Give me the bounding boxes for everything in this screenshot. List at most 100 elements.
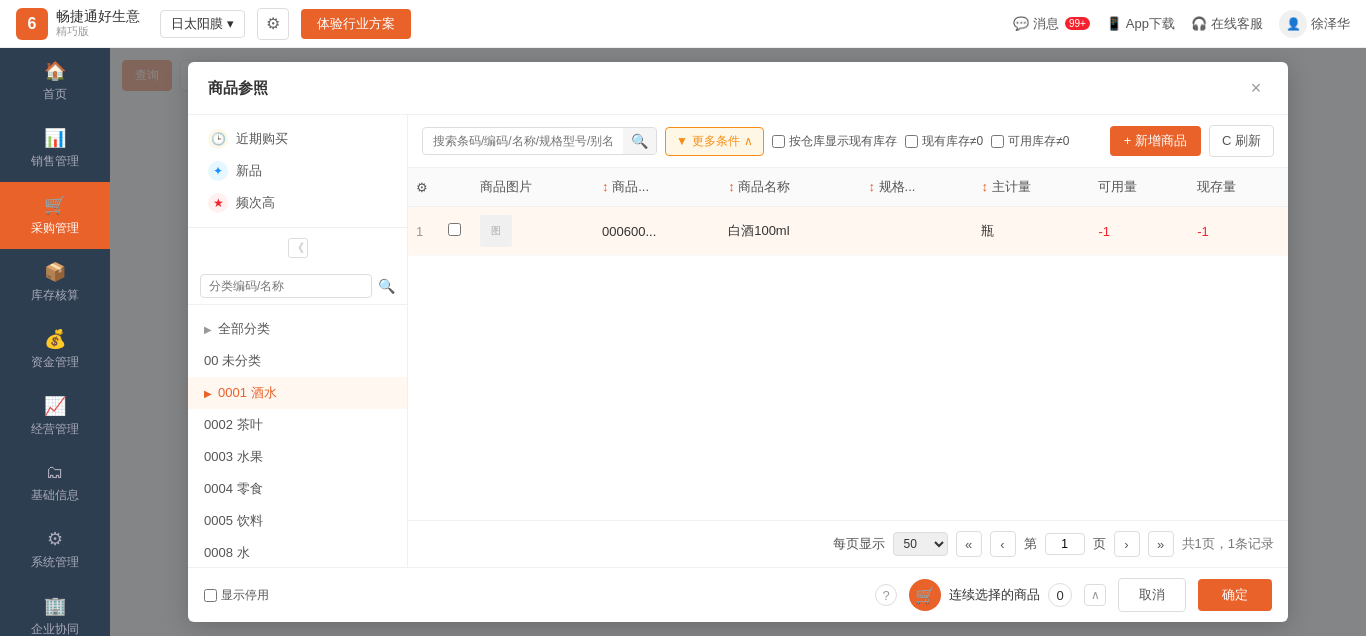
- sidebar-item-finance[interactable]: 💰 资金管理: [0, 316, 110, 383]
- cat-item-fruit[interactable]: 0003 水果: [188, 441, 407, 473]
- col-settings[interactable]: ⚙: [408, 168, 440, 207]
- sidebar-item-label-home: 首页: [43, 86, 67, 103]
- sidebar-item-home[interactable]: 🏠 首页: [0, 48, 110, 115]
- quick-item-frequent[interactable]: ★ 频次高: [200, 187, 395, 219]
- dropdown-icon: ▾: [227, 16, 234, 31]
- cat-item-tea[interactable]: 0002 茶叶: [188, 409, 407, 441]
- per-page-select[interactable]: 50 20 100: [893, 532, 948, 556]
- service-label: 在线客服: [1211, 15, 1263, 33]
- confirm-button[interactable]: 确定: [1198, 579, 1272, 611]
- page-number-input[interactable]: [1045, 533, 1085, 555]
- page-total: 共1页，1条记录: [1182, 535, 1274, 553]
- col-checkbox: [440, 168, 472, 207]
- trial-btn[interactable]: 体验行业方案: [301, 9, 411, 39]
- checkbox-positive-stock-label: 现有库存≠0: [922, 133, 983, 150]
- sidebar-item-label-basic: 基础信息: [31, 487, 79, 504]
- prev-page-btn[interactable]: ‹: [990, 531, 1016, 557]
- checkbox-by-warehouse-input[interactable]: [772, 135, 785, 148]
- cell-available: -1: [1090, 207, 1189, 256]
- table-row[interactable]: 1 图 000600... 白酒100ml 瓶: [408, 207, 1288, 256]
- user-area[interactable]: 👤 徐泽华: [1279, 10, 1350, 38]
- sidebar-item-enterprise[interactable]: 🏢 企业协同: [0, 583, 110, 636]
- message-label: 消息: [1033, 15, 1059, 33]
- show-disabled-checkbox[interactable]: [204, 589, 217, 602]
- checkbox-available-stock-label: 可用库存≠0: [1008, 133, 1069, 150]
- sidebar-item-inventory[interactable]: 📦 库存核算: [0, 249, 110, 316]
- checkbox-positive-stock[interactable]: 现有库存≠0: [905, 133, 983, 150]
- last-page-btn[interactable]: »: [1148, 531, 1174, 557]
- cell-num: 1: [408, 207, 440, 256]
- cat-item-fruit-label: 0003 水果: [204, 448, 263, 466]
- cat-item-water[interactable]: 0008 水: [188, 537, 407, 567]
- col-code[interactable]: ↕ 商品...: [594, 168, 720, 207]
- logo-sub: 精巧版: [56, 24, 140, 39]
- sidebar-item-system[interactable]: ⚙ 系统管理: [0, 516, 110, 583]
- cancel-button[interactable]: 取消: [1118, 578, 1186, 612]
- sidebar-item-sales[interactable]: 📊 销售管理: [0, 115, 110, 182]
- checkbox-positive-stock-input[interactable]: [905, 135, 918, 148]
- user-name: 徐泽华: [1311, 15, 1350, 33]
- category-search-icon[interactable]: 🔍: [378, 278, 395, 294]
- logo-text-block: 畅捷通好生意 精巧版: [56, 8, 140, 40]
- quick-item-new[interactable]: ✦ 新品: [200, 155, 395, 187]
- cell-checkbox[interactable]: [440, 207, 472, 256]
- checkbox-available-stock[interactable]: 可用库存≠0: [991, 133, 1069, 150]
- logo-text: 畅捷通好生意: [56, 8, 140, 25]
- cell-spec: [860, 207, 973, 256]
- next-page-btn[interactable]: ›: [1114, 531, 1140, 557]
- category-search: 🔍: [188, 268, 407, 305]
- quick-item-recent[interactable]: 🕒 近期购买: [200, 123, 395, 155]
- page-text-label: 第: [1024, 535, 1037, 553]
- settings-button[interactable]: ⚙: [257, 8, 289, 40]
- sidebar-item-label-finance: 资金管理: [31, 354, 79, 371]
- first-page-btn[interactable]: «: [956, 531, 982, 557]
- header-right: 💬 消息 99+ 📱 App下载 🎧 在线客服 👤 徐泽华: [1013, 10, 1350, 38]
- checkbox-available-stock-input[interactable]: [991, 135, 1004, 148]
- filter-label: 更多条件: [692, 133, 740, 150]
- per-page-label: 每页显示: [833, 535, 885, 553]
- sidebar-item-basic[interactable]: 🗂 基础信息: [0, 450, 110, 516]
- online-service-btn[interactable]: 🎧 在线客服: [1191, 15, 1263, 33]
- cat-item-all[interactable]: ▶ 全部分类: [188, 313, 407, 345]
- col-name-sort-icon: ↕: [728, 179, 735, 194]
- collapse-panel-btn[interactable]: 《: [288, 238, 308, 258]
- user-avatar: 👤: [1279, 10, 1307, 38]
- cart-label: 连续选择的商品: [949, 586, 1040, 604]
- product-img: 图: [480, 215, 512, 247]
- filter-icon: ▼: [676, 134, 688, 148]
- col-name[interactable]: ↕ 商品名称: [720, 168, 860, 207]
- cat-item-beverage[interactable]: 0005 饮料: [188, 505, 407, 537]
- modal-close-button[interactable]: ×: [1244, 76, 1268, 100]
- basic-icon: 🗂: [46, 462, 64, 483]
- modal-footer: 显示停用 ? 🛒 连续选择的商品 0 ∧ 取消 确定: [188, 567, 1288, 622]
- col-unit[interactable]: ↕ 主计量: [973, 168, 1090, 207]
- service-icon: 🎧: [1191, 16, 1207, 31]
- checkbox-by-warehouse-label: 按仓库显示现有库存: [789, 133, 897, 150]
- category-search-input[interactable]: [200, 274, 372, 298]
- add-product-btn[interactable]: + 新增商品: [1110, 126, 1201, 156]
- logo-icon: 6: [16, 8, 48, 40]
- col-spec[interactable]: ↕ 规格...: [860, 168, 973, 207]
- collapse-cart-btn[interactable]: ∧: [1084, 584, 1106, 606]
- sidebar-item-purchase[interactable]: 🛒 采购管理: [0, 182, 110, 249]
- show-disabled-label[interactable]: 显示停用: [204, 587, 269, 604]
- cat-item-snack[interactable]: 0004 零食: [188, 473, 407, 505]
- checkbox-by-warehouse[interactable]: 按仓库显示现有库存: [772, 133, 897, 150]
- product-search-input[interactable]: [423, 129, 623, 153]
- cart-icon[interactable]: 🛒: [909, 579, 941, 611]
- row-checkbox[interactable]: [448, 223, 461, 236]
- refresh-table-btn[interactable]: C 刷新: [1209, 125, 1274, 157]
- sidebar-item-operation[interactable]: 📈 经营管理: [0, 383, 110, 450]
- modal-header: 商品参照 ×: [188, 62, 1288, 115]
- sidebar-item-label-operation: 经营管理: [31, 421, 79, 438]
- store-selector[interactable]: 日太阳膜 ▾: [160, 10, 245, 38]
- message-badge: 99+: [1065, 17, 1090, 30]
- cat-item-liquor[interactable]: ▶ 0001 酒水: [188, 377, 407, 409]
- more-filter-btn[interactable]: ▼ 更多条件 ∧: [665, 127, 764, 156]
- messages-btn[interactable]: 💬 消息 99+: [1013, 15, 1090, 33]
- search-icon[interactable]: 🔍: [623, 128, 656, 154]
- cat-item-uncategorized[interactable]: 00 未分类: [188, 345, 407, 377]
- help-icon[interactable]: ?: [875, 584, 897, 606]
- app-download-btn[interactable]: 📱 App下载: [1106, 15, 1175, 33]
- logo-area: 6 畅捷通好生意 精巧版: [16, 8, 140, 40]
